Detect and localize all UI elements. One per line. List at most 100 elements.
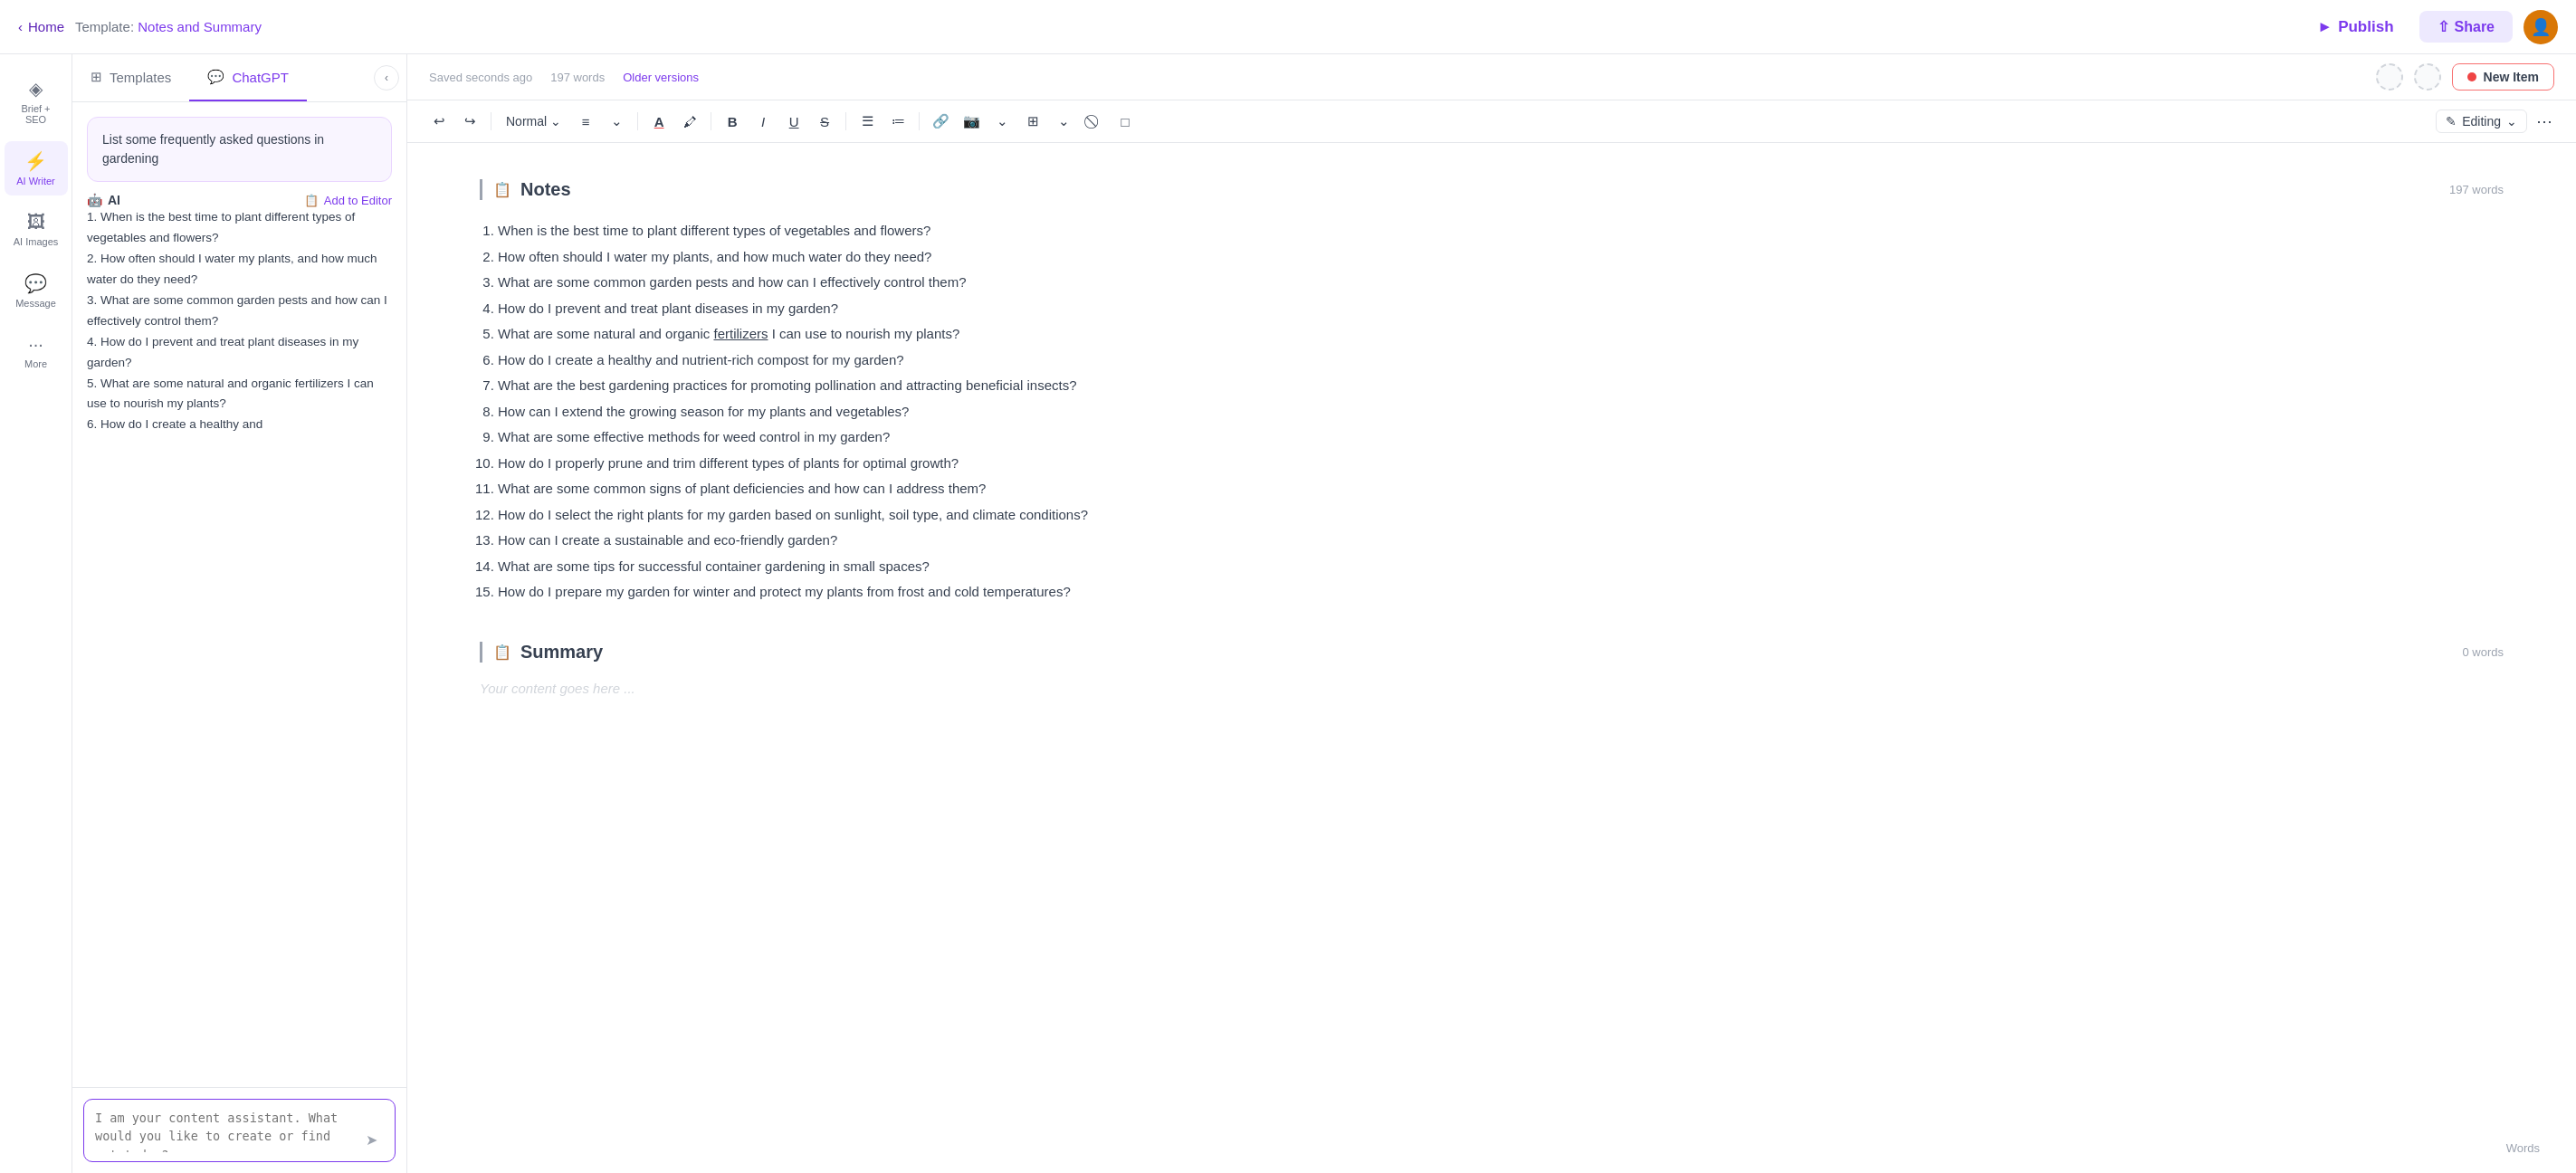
- strikethrough-button[interactable]: S: [811, 108, 838, 135]
- panel-input[interactable]: [95, 1109, 351, 1152]
- tab-chatgpt[interactable]: 💬 ChatGPT: [189, 54, 307, 101]
- tab-templates[interactable]: ⊞ Templates: [72, 54, 189, 101]
- summary-section-header: 📋 Summary 0 words: [480, 642, 2504, 663]
- toolbar-divider-2: [637, 112, 638, 130]
- notes-section-header: 📋 Notes 197 words: [480, 179, 2504, 200]
- list-item: How can I extend the growing season for …: [498, 399, 2504, 425]
- publish-icon: ►: [2317, 18, 2333, 36]
- link-button[interactable]: 🔗: [927, 108, 954, 135]
- fertilizers-underlined: fertilizers: [713, 326, 768, 341]
- align-chevron[interactable]: ⌄: [603, 108, 630, 135]
- notes-list: When is the best time to plant different…: [480, 218, 2504, 606]
- summary-title: Summary: [520, 642, 603, 663]
- italic-button[interactable]: I: [749, 108, 777, 135]
- list-item: How do I create a healthy and nutrient-r…: [498, 348, 2504, 374]
- new-item-button[interactable]: New Item: [2452, 63, 2554, 91]
- toolbar-divider-5: [919, 112, 920, 130]
- notes-word-count: 197 words: [2449, 183, 2504, 196]
- format-button-2[interactable]: □: [1111, 108, 1139, 135]
- add-to-editor-label: Add to Editor: [324, 194, 392, 207]
- align-button[interactable]: ≡: [572, 108, 599, 135]
- chatgpt-icon: 💬: [207, 69, 224, 85]
- sidebar-label-more: More: [24, 358, 47, 369]
- panel-content: List some frequently asked questions in …: [72, 102, 406, 1087]
- highlight-button[interactable]: 🖍: [676, 108, 703, 135]
- editing-chevron: ⌄: [2506, 114, 2517, 129]
- sidebar-item-ai-writer[interactable]: ⚡ AI Writer: [5, 141, 68, 196]
- ai-response-section: 🤖 AI 📋 Add to Editor 1. When is the best…: [87, 193, 392, 435]
- editor-content: 📋 Notes 197 words When is the best time …: [407, 143, 2576, 1173]
- sidebar-item-brief-seo[interactable]: ◈ Brief + SEO: [5, 69, 68, 134]
- list-item: How can I create a sustainable and eco-f…: [498, 528, 2504, 554]
- more-icon: ···: [28, 334, 43, 355]
- panel-input-area: ➤: [72, 1087, 406, 1173]
- list-item: How do I prevent and treat plant disease…: [498, 296, 2504, 322]
- summary-section: 📋 Summary 0 words Your content goes here…: [480, 642, 2504, 696]
- brief-seo-icon: ◈: [29, 78, 43, 100]
- bold-button[interactable]: B: [719, 108, 746, 135]
- new-item-label: New Item: [2484, 70, 2539, 84]
- collaborator-avatar-1: [2376, 63, 2403, 91]
- list-item: When is the best time to plant different…: [498, 218, 2504, 244]
- tab-templates-label: Templates: [110, 70, 171, 85]
- undo-button[interactable]: ↩: [425, 108, 453, 135]
- image-button[interactable]: 📷: [958, 108, 985, 135]
- editor-statusbar: Saved seconds ago 197 words Older versio…: [407, 54, 2576, 100]
- new-item-dot: [2467, 72, 2476, 81]
- topbar-left: ‹ Home Template: Notes and Summary: [18, 19, 262, 34]
- ai-response-text: 1. When is the best time to plant differ…: [87, 207, 392, 435]
- list-item: What are some common signs of plant defi…: [498, 476, 2504, 502]
- bullet-list-button[interactable]: ☰: [854, 108, 881, 135]
- notes-icon: 📋: [493, 181, 511, 198]
- template-name: Notes and Summary: [138, 19, 262, 34]
- topbar-right: ► Publish ⇧ Share 👤: [2303, 10, 2558, 44]
- summary-placeholder[interactable]: Your content goes here ...: [480, 681, 2504, 696]
- list-item: How do I prepare my garden for winter an…: [498, 579, 2504, 606]
- message-icon: 💬: [24, 272, 47, 294]
- clear-format-button[interactable]: ⃠: [1081, 108, 1108, 135]
- summary-word-count: 0 words: [2462, 645, 2504, 659]
- ordered-list-button[interactable]: ≔: [884, 108, 911, 135]
- home-label: Home: [28, 19, 64, 34]
- table-chevron[interactable]: ⌄: [1050, 108, 1077, 135]
- publish-button[interactable]: ► Publish: [2303, 11, 2408, 43]
- share-button[interactable]: ⇧ Share: [2419, 11, 2513, 43]
- chevron-left-icon: ‹: [18, 19, 23, 34]
- text-color-button[interactable]: A: [645, 108, 673, 135]
- toolbar-divider-4: [845, 112, 846, 130]
- send-button[interactable]: ➤: [358, 1127, 384, 1152]
- sidebar-item-more[interactable]: ··· More: [5, 325, 68, 378]
- editing-label: Editing: [2462, 114, 2501, 129]
- older-versions-link[interactable]: Older versions: [623, 71, 699, 84]
- redo-button[interactable]: ↪: [456, 108, 483, 135]
- image-chevron[interactable]: ⌄: [988, 108, 1016, 135]
- main-layout: ◈ Brief + SEO ⚡ AI Writer 🖼 AI Images 💬 …: [0, 54, 2576, 1173]
- sidebar-item-message[interactable]: 💬 Message: [5, 263, 68, 318]
- notes-section: 📋 Notes 197 words When is the best time …: [480, 179, 2504, 606]
- list-item: What are some tips for successful contai…: [498, 554, 2504, 580]
- share-icon: ⇧: [2438, 18, 2449, 35]
- list-item: What are the best gardening practices fo…: [498, 373, 2504, 399]
- add-to-editor-button[interactable]: 📋 Add to Editor: [304, 194, 392, 207]
- list-item: How do I properly prune and trim differe…: [498, 451, 2504, 477]
- sidebar-label-message: Message: [15, 298, 56, 309]
- table-button[interactable]: ⊞: [1019, 108, 1046, 135]
- sidebar-label-ai-writer: AI Writer: [16, 176, 55, 186]
- ai-label: 🤖 AI: [87, 193, 120, 207]
- list-item: How do I select the right plants for my …: [498, 502, 2504, 529]
- underline-button[interactable]: U: [780, 108, 807, 135]
- style-select[interactable]: Normal ⌄: [499, 110, 568, 132]
- ai-response-header: 🤖 AI 📋 Add to Editor: [87, 193, 392, 207]
- list-item: What are some effective methods for weed…: [498, 424, 2504, 451]
- toolbar-more-button[interactable]: ⋯: [2531, 108, 2558, 135]
- avatar[interactable]: 👤: [2524, 10, 2558, 44]
- list-item: How often should I water my plants, and …: [498, 244, 2504, 271]
- panel-tabs: ⊞ Templates 💬 ChatGPT ‹: [72, 54, 406, 102]
- panel-collapse-button[interactable]: ‹: [374, 65, 399, 91]
- home-link[interactable]: ‹ Home: [18, 19, 64, 34]
- panel: ⊞ Templates 💬 ChatGPT ‹ List some freque…: [72, 54, 407, 1173]
- publish-label: Publish: [2338, 18, 2393, 36]
- sidebar-item-ai-images[interactable]: 🖼 AI Images: [5, 203, 68, 256]
- editing-dropdown[interactable]: ✎ Editing ⌄: [2436, 110, 2527, 133]
- word-count-bottom: Words: [2506, 1141, 2540, 1155]
